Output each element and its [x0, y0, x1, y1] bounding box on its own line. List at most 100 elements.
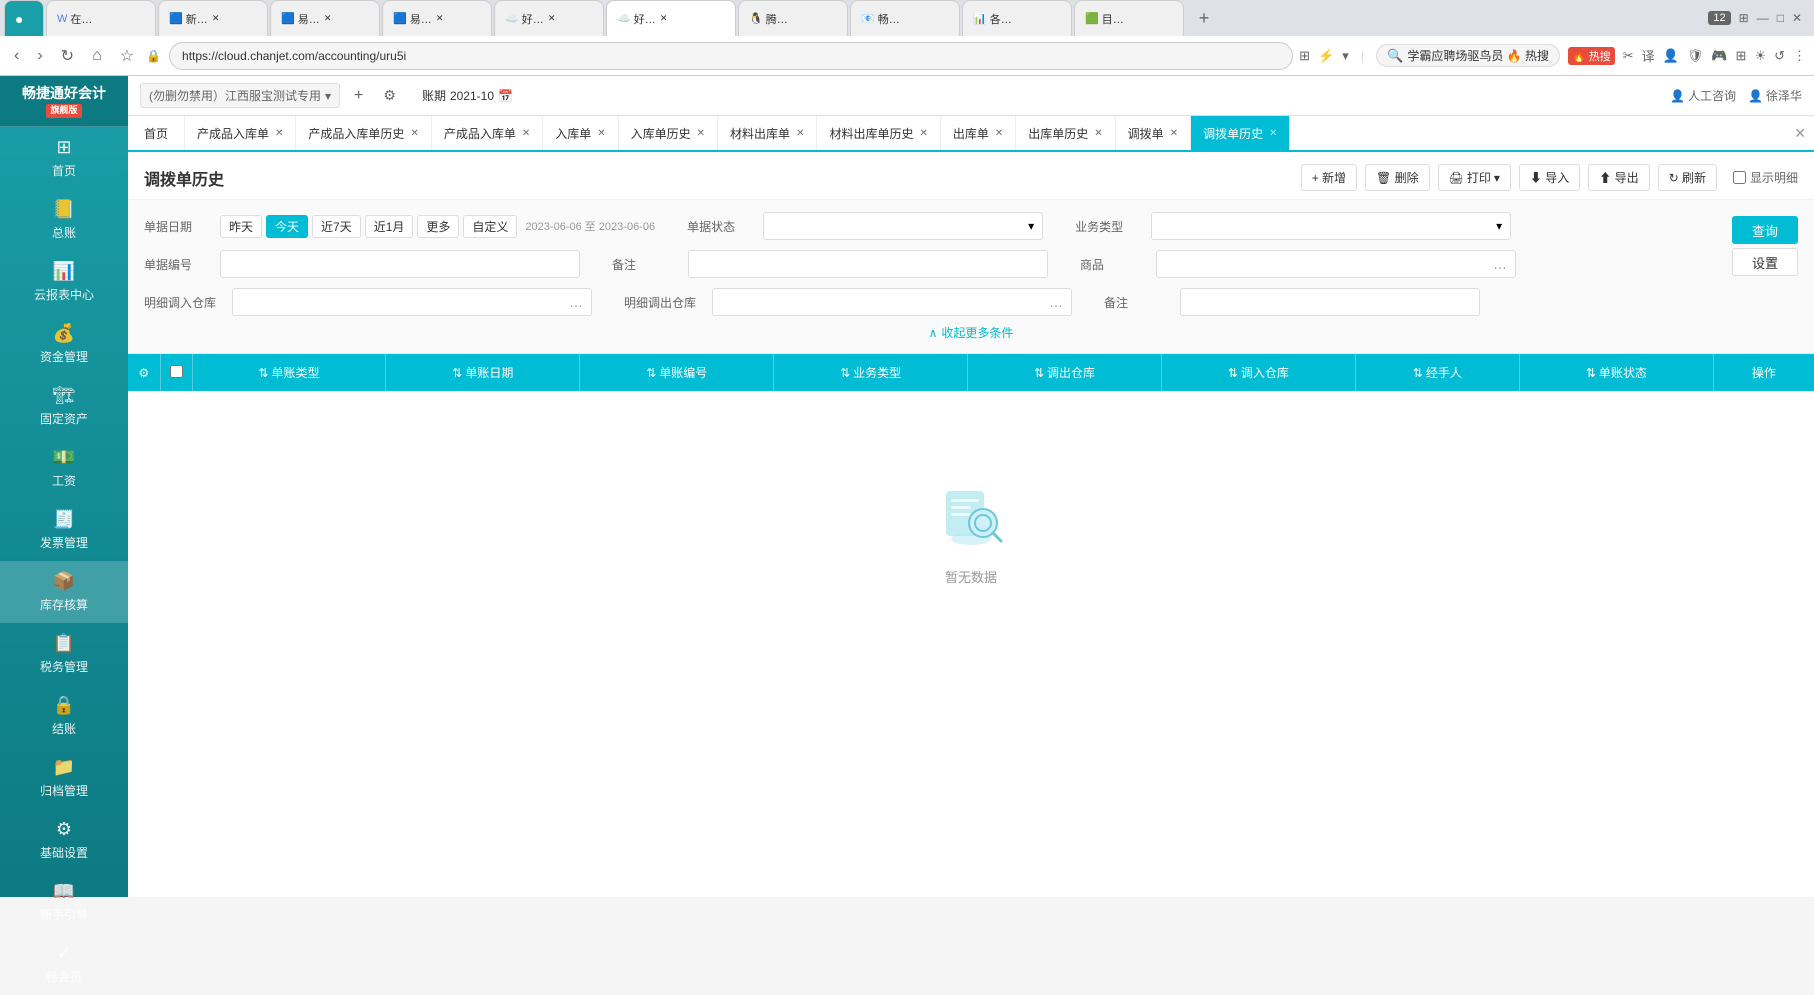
- nav-tab-2-close[interactable]: ✕: [410, 128, 418, 139]
- sidebar-item-closing[interactable]: 🔒 结账: [0, 685, 128, 747]
- nav-tab-home[interactable]: 首页: [128, 116, 185, 151]
- nav-tab-4[interactable]: 入库单 ✕: [543, 116, 618, 151]
- today-btn[interactable]: 今天: [266, 215, 308, 238]
- sidebar-item-inventory[interactable]: 📦 库存核算: [0, 561, 128, 623]
- cut-icon[interactable]: ✂: [1623, 48, 1634, 64]
- nav-tab-10[interactable]: 调拨单 ✕: [1116, 116, 1191, 151]
- biz-type-select[interactable]: ▾: [1151, 212, 1511, 240]
- search-box[interactable]: 🔍 学霸应聘场驱鸟员 🔥 热搜: [1376, 44, 1560, 67]
- doc-num-input[interactable]: [220, 250, 580, 278]
- maximize-icon[interactable]: □: [1777, 11, 1784, 25]
- lightning-icon[interactable]: ⚡: [1318, 48, 1334, 64]
- company-settings-button[interactable]: ⚙: [377, 83, 402, 108]
- sidebar-item-salary[interactable]: 💵 工资: [0, 437, 128, 499]
- nav-tab-7-close[interactable]: ✕: [919, 128, 927, 139]
- browser-tab-2[interactable]: 🟦 新… ✕: [158, 0, 268, 36]
- nav-tab-3-close[interactable]: ✕: [522, 128, 530, 139]
- th-gear[interactable]: ⚙: [128, 354, 160, 391]
- browser-tab-close-2[interactable]: ✕: [208, 11, 224, 27]
- sidebar-item-home[interactable]: ⊞ 首页: [0, 127, 128, 189]
- th-doc-num[interactable]: ⇅ 单账编号: [580, 354, 774, 391]
- collapse-button[interactable]: ∧ 收起更多条件: [929, 324, 1014, 341]
- display-checkbox[interactable]: [1733, 171, 1746, 184]
- dropdown-icon[interactable]: ▾: [1342, 48, 1349, 64]
- add-company-button[interactable]: +: [348, 83, 369, 109]
- detail-in-select[interactable]: …: [232, 288, 592, 316]
- nav-tab-1-close[interactable]: ✕: [275, 128, 283, 139]
- gear-icon[interactable]: ⚙: [138, 366, 149, 380]
- back-button[interactable]: ‹: [8, 43, 25, 69]
- print-dropdown-icon[interactable]: ▾: [1494, 171, 1500, 185]
- close-icon[interactable]: ✕: [1792, 11, 1802, 25]
- more-icon[interactable]: ⋮: [1793, 48, 1806, 64]
- delete-button[interactable]: 🗑 删除: [1365, 164, 1430, 191]
- shield-icon[interactable]: 🛡: [1687, 48, 1704, 64]
- calendar-icon[interactable]: 📅: [498, 89, 513, 103]
- tab-manage-icon[interactable]: ⊞: [1739, 11, 1749, 25]
- browser-tab-10[interactable]: 🟩 目…: [1074, 0, 1184, 36]
- forward-button[interactable]: ›: [31, 43, 48, 69]
- sidebar-item-assets[interactable]: 🏗 固定资产: [0, 375, 128, 437]
- sidebar-item-reports[interactable]: 📊 云报表中心: [0, 251, 128, 313]
- th-checkbox[interactable]: [160, 354, 192, 391]
- browser-tab-close-3[interactable]: ✕: [320, 11, 336, 27]
- nav-tab-8[interactable]: 出库单 ✕: [941, 116, 1016, 151]
- extensions-icon[interactable]: ⊞: [1299, 48, 1310, 64]
- th-handler[interactable]: ⇅ 经手人: [1355, 354, 1519, 391]
- browser-home-tab[interactable]: ●: [4, 0, 44, 36]
- tab-nav-close[interactable]: ✕: [1794, 125, 1814, 142]
- nav-tab-11-close[interactable]: ✕: [1269, 128, 1277, 139]
- th-doc-date[interactable]: ⇅ 单账日期: [386, 354, 580, 391]
- new-button[interactable]: + 新增: [1301, 164, 1357, 191]
- query-button[interactable]: 查询: [1732, 216, 1798, 244]
- nav-tab-8-close[interactable]: ✕: [995, 128, 1003, 139]
- grid-icon[interactable]: ⊞: [1736, 48, 1747, 64]
- yesterday-btn[interactable]: 昨天: [220, 215, 262, 238]
- browser-tab-9[interactable]: 📊 各…: [962, 0, 1072, 36]
- status-select[interactable]: ▾: [763, 212, 1043, 240]
- company-selector[interactable]: (勿删勿禁用）江西服宝测试专用 ▾: [140, 83, 340, 108]
- th-biz-type[interactable]: ⇅ 业务类型: [774, 354, 968, 391]
- translate-icon[interactable]: 译: [1642, 46, 1655, 65]
- brightness-icon[interactable]: ☀: [1754, 48, 1766, 64]
- nav-tab-5[interactable]: 入库单历史 ✕: [619, 116, 718, 151]
- remark-input[interactable]: [688, 250, 1048, 278]
- th-doc-status[interactable]: ⇅ 单账状态: [1519, 354, 1713, 391]
- sidebar-item-invoice[interactable]: 🧾 发票管理: [0, 499, 128, 561]
- user-avatar[interactable]: 👤 徐泽华: [1748, 87, 1802, 104]
- browser-tab-3[interactable]: 🟦 易… ✕: [270, 0, 380, 36]
- more-btn[interactable]: 更多: [417, 215, 459, 238]
- nav-tab-7[interactable]: 材料出库单历史 ✕: [817, 116, 940, 151]
- nav-tab-1[interactable]: 产成品入库单 ✕: [185, 116, 296, 151]
- nav-tab-4-close[interactable]: ✕: [597, 128, 605, 139]
- custom-btn[interactable]: 自定义: [463, 215, 517, 238]
- nav-tab-5-close[interactable]: ✕: [697, 128, 705, 139]
- game-icon[interactable]: 🎮: [1711, 48, 1727, 64]
- sidebar-item-settings[interactable]: ⚙ 基础设置: [0, 809, 128, 871]
- seven-days-btn[interactable]: 近7天: [312, 215, 361, 238]
- browser-tab-close-5[interactable]: ✕: [544, 11, 560, 27]
- detail-remark-input[interactable]: [1180, 288, 1480, 316]
- th-in-warehouse[interactable]: ⇅ 调入仓库: [1161, 354, 1355, 391]
- print-button[interactable]: 🖨 打印 ▾: [1438, 164, 1511, 191]
- home-button[interactable]: ⌂: [86, 43, 108, 69]
- detail-out-select[interactable]: …: [712, 288, 1072, 316]
- minimize-icon[interactable]: —: [1757, 11, 1769, 25]
- export-button[interactable]: ⬆ 导出: [1588, 164, 1649, 191]
- reload-button[interactable]: ↻: [55, 42, 80, 70]
- new-tab-button[interactable]: +: [1190, 4, 1218, 32]
- browser-tab-1[interactable]: W 在…: [46, 0, 156, 36]
- select-all-checkbox[interactable]: [170, 365, 183, 378]
- browser-tab-active[interactable]: ☁️ 好… ✕: [606, 0, 736, 36]
- th-doc-type[interactable]: ⇅ 单账类型: [192, 354, 386, 391]
- nav-tab-10-close[interactable]: ✕: [1170, 128, 1178, 139]
- period-value[interactable]: 2021-10: [450, 89, 494, 103]
- bookmark-button[interactable]: ☆: [114, 42, 140, 70]
- th-out-warehouse[interactable]: ⇅ 调出仓库: [968, 354, 1162, 391]
- nav-tab-2[interactable]: 产成品入库单历史 ✕: [296, 116, 431, 151]
- browser-tab-8[interactable]: 📧 畅…: [850, 0, 960, 36]
- import-button[interactable]: ⬇ 导入: [1519, 164, 1580, 191]
- goods-select[interactable]: …: [1156, 250, 1516, 278]
- sidebar-item-member[interactable]: ✓ 畅会员: [0, 933, 128, 995]
- sidebar-item-tax[interactable]: 📋 税务管理: [0, 623, 128, 685]
